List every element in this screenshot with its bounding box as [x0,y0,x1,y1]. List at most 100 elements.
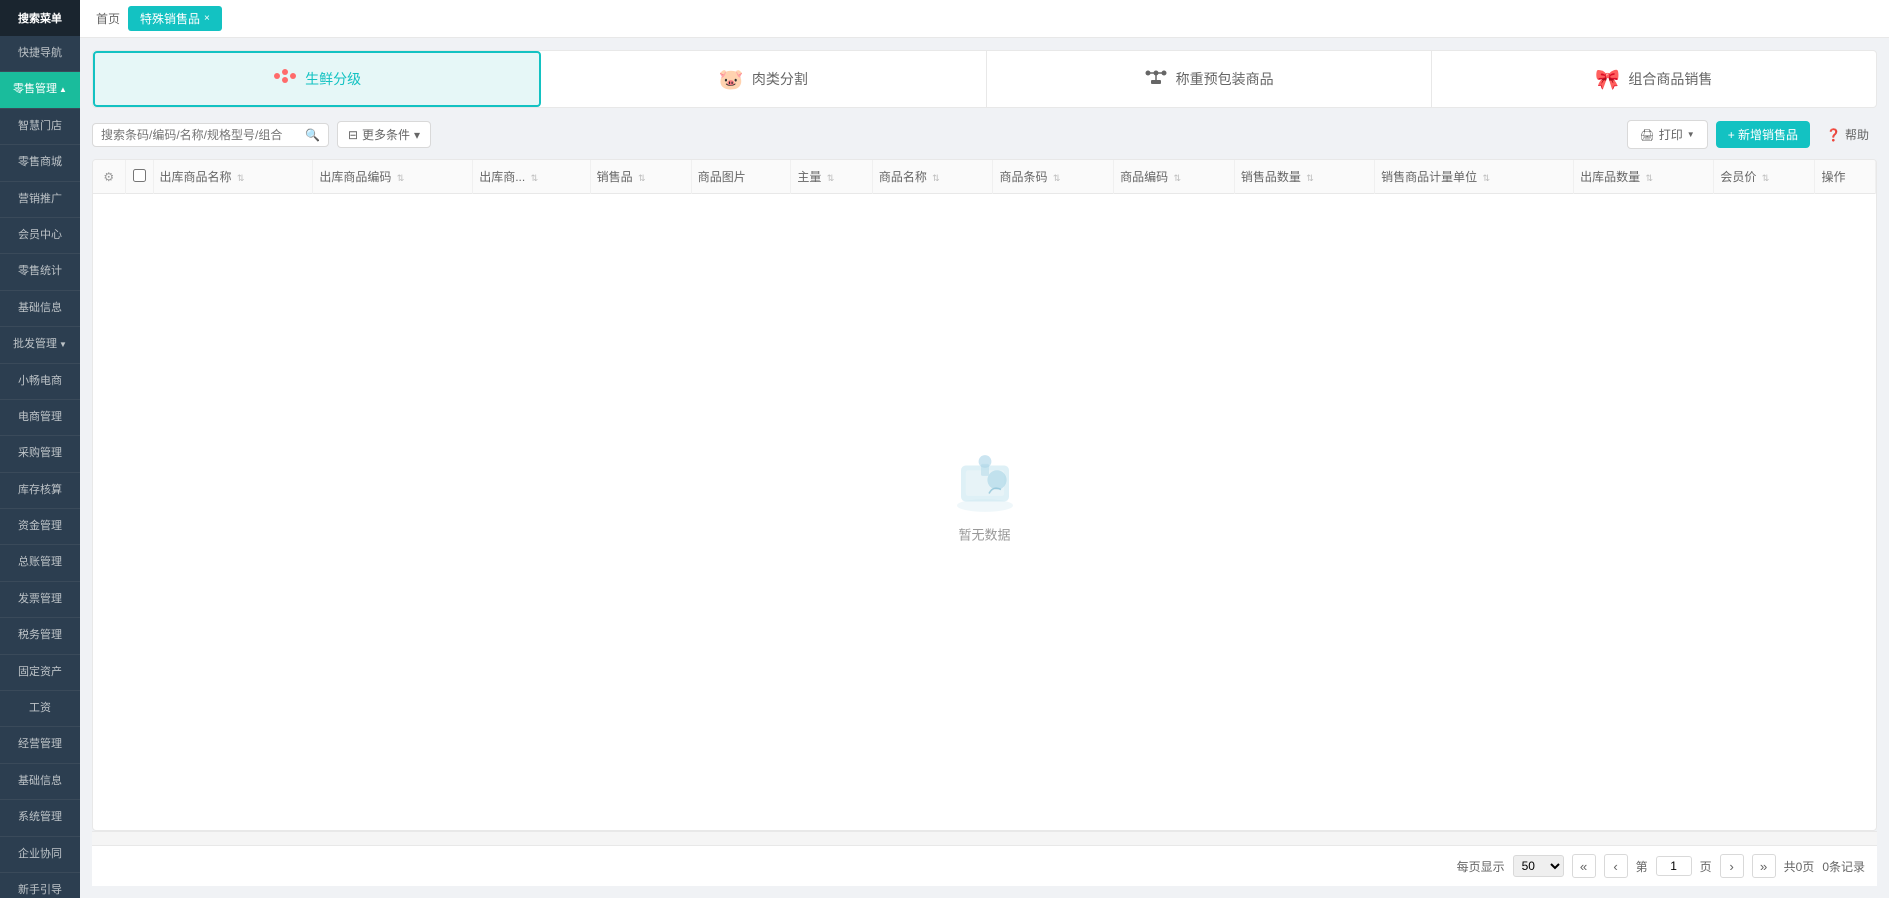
add-sales-item-button[interactable]: + 新增销售品 [1716,121,1810,148]
sidebar-item-general-ledger[interactable]: 总账管理 [0,545,80,581]
sidebar-item-quick-nav[interactable]: 快捷导航 [0,36,80,72]
page-number-input[interactable] [1656,856,1692,876]
sidebar-item-label: 基础信息 [18,301,62,316]
th-sales-unit[interactable]: 销售商品计量单位 ⇅ [1375,160,1574,194]
th-out-qty[interactable]: 出库品数量 ⇅ [1574,160,1714,194]
th-gear[interactable]: ⚙ [93,160,125,194]
sidebar-item-retail-mall[interactable]: 零售商城 [0,145,80,181]
add-label: + 新增销售品 [1728,126,1798,143]
th-out-goods-name[interactable]: 出库商品名称 ⇅ [153,160,313,194]
cat-tab-fresh-grade[interactable]: 生鲜分级 [93,51,541,107]
last-page-button[interactable]: » [1752,854,1776,878]
sidebar-item-retail-mgmt[interactable]: 零售管理 ▲ [0,72,80,108]
cat-tab-label: 肉类分割 [752,69,808,89]
sidebar-item-label: 发票管理 [18,592,62,607]
topbar-active-tab[interactable]: 特殊销售品 × [128,6,222,31]
topbar-home[interactable]: 首页 [96,10,120,27]
first-page-button[interactable]: « [1572,854,1596,878]
sidebar-item-label: 工资 [29,701,51,716]
sidebar-item-smart-store[interactable]: 智慧门店 [0,109,80,145]
topbar-tab-close[interactable]: × [204,13,210,24]
page-suffix: 页 [1700,858,1712,875]
sidebar-item-purchase-mgmt[interactable]: 采购管理 [0,436,80,472]
sidebar-item-salary[interactable]: 工资 [0,691,80,727]
select-all-checkbox[interactable] [133,169,146,182]
sidebar-item-inventory-check[interactable]: 库存核算 [0,473,80,509]
sidebar-item-new-guide[interactable]: 新手引导 [0,873,80,898]
th-goods-name[interactable]: 商品名称 ⇅ [872,160,993,194]
data-table-container: ⚙ 出库商品名称 ⇅ 出库商品编码 ⇅ [92,159,1877,831]
sidebar-item-fixed-assets[interactable]: 固定资产 [0,655,80,691]
sidebar-item-ecommerce-mgmt[interactable]: 电商管理 [0,400,80,436]
th-sales-qty[interactable]: 销售品数量 ⇅ [1234,160,1374,194]
filter-button[interactable]: ⊟ 更多条件 ▾ [337,121,431,148]
horizontal-scrollbar[interactable] [92,831,1877,845]
help-button[interactable]: ❓ 帮助 [1818,121,1877,148]
cat-tab-weigh-prepack[interactable]: 称重预包装商品 [987,51,1432,107]
per-page-select[interactable]: 50 10 20 100 [1513,855,1564,877]
cat-tab-label: 组合商品销售 [1628,69,1712,89]
th-label: 出库商品编码 [319,170,391,184]
sidebar-item-small-shop[interactable]: 小畅电商 [0,364,80,400]
print-button[interactable]: 🖨 打印 ▼ [1627,120,1708,149]
th-out-goods-x[interactable]: 出库商... ⇅ [473,160,590,194]
sidebar-item-sys-mgmt[interactable]: 系统管理 [0,800,80,836]
th-label: 商品条码 [999,170,1047,184]
cat-tab-meat-cut[interactable]: 🐷 肉类分割 [541,51,986,107]
content-area: 生鲜分级 🐷 肉类分割 称重预包装商品 🎀 组合商品销售 [80,38,1889,898]
search-box[interactable]: 🔍 [92,123,329,147]
th-label: 商品名称 [879,170,927,184]
sidebar-item-invoice-mgmt[interactable]: 发票管理 [0,582,80,618]
page-label: 第 [1636,858,1648,875]
sidebar-item-wholesale-mgmt[interactable]: 批发管理 ▼ [0,327,80,363]
gear-icon: ⚙ [103,170,114,184]
sidebar-item-label: 会员中心 [18,228,62,243]
prev-page-button[interactable]: ‹ [1604,854,1628,878]
sidebar-item-label: 小畅电商 [18,374,62,389]
cat-tab-combo-sale[interactable]: 🎀 组合商品销售 [1432,51,1876,107]
table-header-row: ⚙ 出库商品名称 ⇅ 出库商品编码 ⇅ [93,160,1876,194]
sidebar-item-label: 新手引导 [18,883,62,898]
th-label: 出库商品名称 [160,170,232,184]
toolbar-left: 🔍 ⊟ 更多条件 ▾ [92,121,431,148]
th-label: 出库商... [479,170,525,184]
th-weight[interactable]: 主量 ⇅ [791,160,872,194]
sidebar-item-fund-mgmt[interactable]: 资金管理 [0,509,80,545]
sidebar-expand-icon: ▲ [59,84,67,95]
sidebar-item-basic-info[interactable]: 基础信息 [0,291,80,327]
sidebar-item-retail-stats[interactable]: 零售统计 [0,254,80,290]
sidebar-item-label: 快捷导航 [18,46,62,61]
cat-tab-label: 生鲜分级 [305,69,361,89]
th-goods-barcode[interactable]: 商品条码 ⇅ [993,160,1114,194]
th-label: 销售品 [597,170,633,184]
help-label: 帮助 [1845,126,1869,143]
sidebar-item-label: 库存核算 [18,483,62,498]
sidebar-item-member-center[interactable]: 会员中心 [0,218,80,254]
search-input[interactable] [101,128,301,142]
sidebar-item-enterprise-coop[interactable]: 企业协同 [0,837,80,873]
th-sales-goods[interactable]: 销售品 ⇅ [590,160,691,194]
th-goods-code[interactable]: 商品编码 ⇅ [1114,160,1235,194]
sidebar-item-label: 资金管理 [18,519,62,534]
sidebar: 搜索菜单 快捷导航 零售管理 ▲ 智慧门店 零售商城 营销推广 会员中心 零售统… [0,0,80,898]
th-out-goods-code[interactable]: 出库商品编码 ⇅ [313,160,473,194]
th-member-price[interactable]: 会员价 ⇅ [1714,160,1815,194]
sidebar-item-tax-mgmt[interactable]: 税务管理 [0,618,80,654]
th-checkbox[interactable] [125,160,153,194]
sidebar-logo[interactable]: 搜索菜单 [0,0,80,36]
sidebar-item-basic-info2[interactable]: 基础信息 [0,764,80,800]
sidebar-item-label: 营销推广 [18,192,62,207]
sort-icon: ⇅ [932,173,940,183]
sidebar-item-ops-mgmt[interactable]: 经营管理 [0,727,80,763]
sidebar-item-label: 税务管理 [18,628,62,643]
sidebar-item-sales-promo[interactable]: 营销推广 [0,182,80,218]
th-label: 销售商品计量单位 [1381,170,1477,184]
th-label: 商品编码 [1120,170,1168,184]
sidebar-item-label: 零售管理 [13,82,57,97]
empty-text: 暂无数据 [958,525,1010,544]
cat-tab-label: 称重预包装商品 [1176,69,1274,89]
sort-icon: ⇅ [1762,173,1770,183]
th-label: 销售品数量 [1241,170,1301,184]
next-page-button[interactable]: › [1720,854,1744,878]
toolbar-right: 🖨 打印 ▼ + 新增销售品 ❓ 帮助 [1627,120,1877,149]
